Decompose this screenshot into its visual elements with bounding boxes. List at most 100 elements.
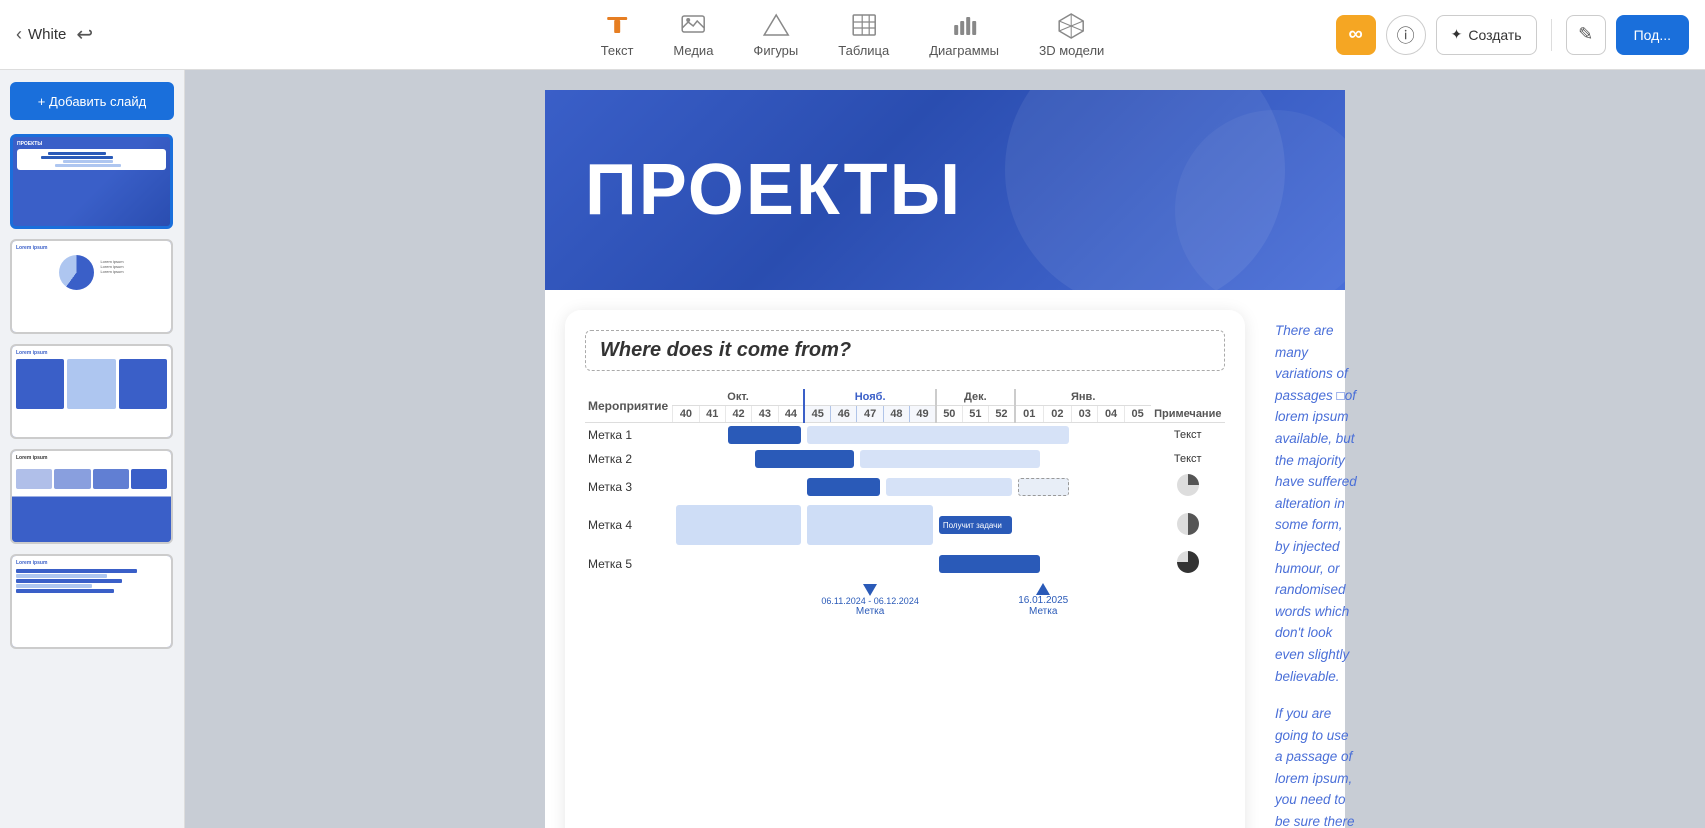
row3-empty2 — [1072, 471, 1151, 502]
slide-thumb-2[interactable]: Lorem ipsum Lorem ipsumLorem ipsumLorem … — [10, 239, 173, 334]
row4-empty — [1015, 502, 1151, 548]
col-meropriyatie: Мероприятие — [585, 389, 673, 423]
back-button[interactable]: ‹ White — [16, 24, 66, 45]
toolbar-left: ‹ White ↩ — [16, 22, 186, 47]
m3-empty — [1072, 579, 1151, 620]
row2-empty2 — [1043, 447, 1150, 471]
row2-empty1 — [673, 447, 752, 471]
thumb-title-5: Lorem ipsum — [16, 560, 167, 566]
week-51: 51 — [962, 406, 988, 423]
toolbar-right: ∞ ⓘ ✦ Создать ✎ Под... — [1336, 15, 1689, 55]
text-para-2: If you are going to use a passage of lor… — [1275, 703, 1357, 828]
slide-title: ПРОЕКТЫ — [585, 149, 962, 231]
row3-bar1 — [804, 471, 883, 502]
slide-container: ПРОЕКТЫ Where does it come from? Меропри… — [545, 90, 1345, 828]
milestone2-cell: 16.01.2025 Метка — [1015, 579, 1072, 620]
row1-note: Текст — [1151, 423, 1225, 448]
week-04: 04 — [1098, 406, 1124, 423]
text-panel: There are many variations of passages □o… — [1265, 290, 1377, 828]
gantt-row-2: Метка 2 Текст — [585, 447, 1225, 471]
milestone-empty — [585, 579, 673, 620]
week-01: 01 — [1015, 406, 1043, 423]
week-50: 50 — [936, 406, 962, 423]
week-46: 46 — [831, 406, 857, 423]
m2-empty — [936, 579, 1015, 620]
text-icon — [603, 11, 631, 39]
slide-header: ПРОЕКТЫ — [545, 90, 1345, 290]
info-button[interactable]: ⓘ — [1386, 15, 1426, 55]
milestone2-date: 16.01.2025 — [1018, 595, 1068, 606]
row4-note — [1151, 502, 1225, 548]
row5-note — [1151, 548, 1225, 579]
gantt-row-5: Метка 5 — [585, 548, 1225, 579]
gantt-card: Where does it come from? Мероприятие Окт… — [565, 310, 1245, 828]
week-05: 05 — [1124, 406, 1150, 423]
gantt-row-1: Метка 1 Текст — [585, 423, 1225, 448]
row1-lightblue — [804, 423, 1071, 448]
row5-label: Метка 5 — [585, 548, 673, 579]
shapes-label: Фигуры — [753, 43, 798, 58]
media-icon — [679, 11, 707, 39]
week-03: 03 — [1072, 406, 1098, 423]
week-52: 52 — [989, 406, 1015, 423]
row2-note: Текст — [1151, 447, 1225, 471]
row1-empty2 — [1072, 423, 1151, 448]
milestone1-cell: 06.11.2024 - 06.12.2024 Метка — [804, 579, 936, 620]
slide-thumb-1[interactable]: ПРОЕКТЫ — [10, 134, 173, 229]
text-para-1: There are many variations of passages □o… — [1275, 320, 1357, 687]
row4-lightblue-big — [673, 502, 805, 548]
3d-icon — [1058, 11, 1086, 39]
table-label: Таблица — [838, 43, 889, 58]
toolbar-item-media[interactable]: Медиа — [673, 11, 713, 58]
toolbar: ‹ White ↩ Текст Медиа Фи — [0, 0, 1705, 70]
milestone-row: 06.11.2024 - 06.12.2024 Метка 16. — [585, 579, 1225, 620]
milestone1-label: Метка — [856, 606, 884, 617]
row2-bar1 — [752, 447, 857, 471]
row1-label: Метка 1 — [585, 423, 673, 448]
row4-lightblue-cont — [804, 502, 936, 548]
submit-button[interactable]: Под... — [1616, 15, 1689, 55]
row3-note — [1151, 471, 1225, 502]
month-yan: Янв. — [1015, 389, 1151, 406]
week-42: 42 — [725, 406, 751, 423]
row5-empty3 — [1043, 548, 1150, 579]
week-47: 47 — [857, 406, 883, 423]
week-41: 41 — [699, 406, 725, 423]
row5-empty1 — [673, 548, 805, 579]
undo-button[interactable]: ↩ — [76, 22, 93, 47]
media-label: Медиа — [673, 43, 713, 58]
month-okt: Окт. — [673, 389, 805, 406]
toolbar-item-3d[interactable]: 3D модели — [1039, 11, 1104, 58]
week-49: 49 — [910, 406, 936, 423]
toolbar-item-table[interactable]: Таблица — [838, 11, 889, 58]
infinity-button[interactable]: ∞ — [1336, 15, 1376, 55]
row1-bar1 — [725, 423, 804, 448]
m1-empty — [673, 579, 805, 620]
toolbar-item-text[interactable]: Текст — [601, 11, 634, 58]
week-43: 43 — [752, 406, 778, 423]
gantt-row-4: Метка 4 Получит задачи — [585, 502, 1225, 548]
row5-bar — [936, 548, 1043, 579]
shapes-icon — [762, 11, 790, 39]
month-noyab: Нояб. — [804, 389, 936, 406]
slide-thumb-4[interactable]: Lorem ipsum — [10, 449, 173, 544]
triangle-up-1 — [1036, 583, 1050, 595]
week-45: 45 — [804, 406, 830, 423]
toolbar-item-charts[interactable]: Диаграммы — [929, 11, 999, 58]
slide-thumb-5[interactable]: Lorem ipsum — [10, 554, 173, 649]
thumb-title-4: Lorem ipsum — [16, 455, 167, 461]
thumb-title-2: Lorem ipsum — [16, 245, 167, 251]
row3-lightblue — [883, 471, 1015, 502]
row2-label: Метка 2 — [585, 447, 673, 471]
3d-label: 3D модели — [1039, 43, 1104, 58]
week-44: 44 — [778, 406, 804, 423]
col-note: Примечание — [1151, 389, 1225, 423]
slide-thumb-3[interactable]: Lorem ipsum — [10, 344, 173, 439]
milestone1-date: 06.11.2024 - 06.12.2024 — [821, 596, 918, 606]
pen-button[interactable]: ✎ — [1566, 15, 1606, 55]
create-button[interactable]: ✦ Создать — [1436, 15, 1537, 55]
add-slide-button[interactable]: + Добавить слайд — [10, 82, 174, 120]
toolbar-item-shapes[interactable]: Фигуры — [753, 11, 798, 58]
thumb-title-1: ПРОЕКТЫ — [17, 141, 166, 147]
milestone-note-empty — [1151, 579, 1225, 620]
